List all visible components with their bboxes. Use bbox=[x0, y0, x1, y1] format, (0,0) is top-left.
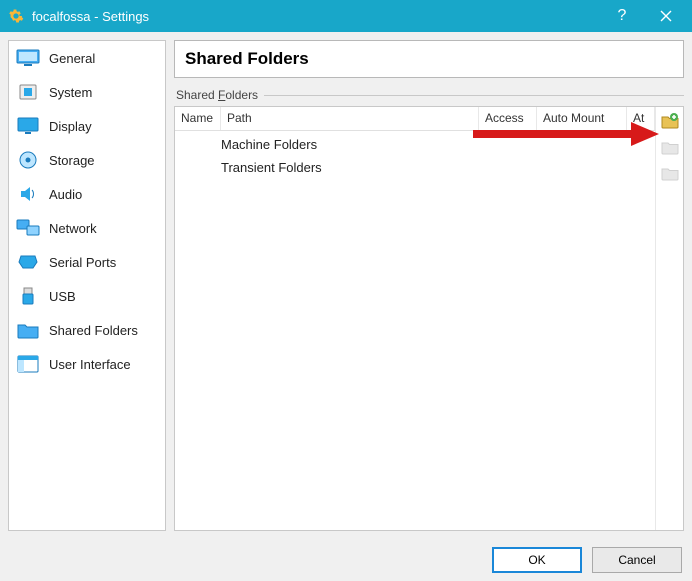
sidebar-item-label: User Interface bbox=[49, 357, 131, 372]
sidebar-item-label: System bbox=[49, 85, 92, 100]
sidebar-item-usb[interactable]: USB bbox=[9, 279, 165, 313]
sidebar-item-label: Display bbox=[49, 119, 92, 134]
column-auto-mount[interactable]: Auto Mount bbox=[537, 107, 627, 130]
window-body: General System Display Storage Audio Net… bbox=[0, 32, 692, 539]
layout-icon bbox=[15, 353, 41, 375]
titlebar: focalfossa - Settings ? bbox=[0, 0, 692, 32]
group-transient-folders[interactable]: Transient Folders bbox=[175, 156, 655, 179]
table-header: Name Path Access Auto Mount At bbox=[175, 107, 655, 131]
usb-icon bbox=[15, 285, 41, 307]
main-panel: Shared Folders Shared Folders Name Path … bbox=[174, 40, 684, 531]
serial-icon bbox=[15, 251, 41, 273]
sidebar-item-serial-ports[interactable]: Serial Ports bbox=[9, 245, 165, 279]
sidebar: General System Display Storage Audio Net… bbox=[8, 40, 166, 531]
section-divider bbox=[264, 95, 684, 96]
dialog-footer: OK Cancel bbox=[0, 539, 692, 581]
column-path[interactable]: Path bbox=[221, 107, 479, 130]
sidebar-item-display[interactable]: Display bbox=[9, 109, 165, 143]
edit-share-button bbox=[660, 137, 680, 157]
sidebar-item-user-interface[interactable]: User Interface bbox=[9, 347, 165, 381]
speaker-icon bbox=[15, 183, 41, 205]
cancel-button[interactable]: Cancel bbox=[592, 547, 682, 573]
sidebar-item-system[interactable]: System bbox=[9, 75, 165, 109]
column-name[interactable]: Name bbox=[175, 107, 221, 130]
sidebar-item-general[interactable]: General bbox=[9, 41, 165, 75]
sidebar-item-label: Serial Ports bbox=[49, 255, 116, 270]
sidebar-item-label: General bbox=[49, 51, 95, 66]
ok-button[interactable]: OK bbox=[492, 547, 582, 573]
shared-folders-table: Name Path Access Auto Mount At Machine F… bbox=[174, 106, 684, 531]
sidebar-item-label: Shared Folders bbox=[49, 323, 138, 338]
settings-window: focalfossa - Settings ? General System D… bbox=[0, 0, 692, 581]
sidebar-item-audio[interactable]: Audio bbox=[9, 177, 165, 211]
table-body[interactable]: Machine Folders Transient Folders bbox=[175, 131, 655, 530]
help-button[interactable]: ? bbox=[600, 0, 644, 32]
monitor-icon bbox=[15, 47, 41, 69]
sidebar-item-storage[interactable]: Storage bbox=[9, 143, 165, 177]
sidebar-item-label: Storage bbox=[49, 153, 95, 168]
column-at[interactable]: At bbox=[627, 107, 655, 130]
add-share-button[interactable] bbox=[660, 111, 680, 131]
sidebar-item-shared-folders[interactable]: Shared Folders bbox=[9, 313, 165, 347]
remove-share-button bbox=[660, 163, 680, 183]
chip-icon bbox=[15, 81, 41, 103]
panel-title: Shared Folders bbox=[174, 40, 684, 78]
section-label: Shared Folders bbox=[176, 88, 258, 102]
disk-icon bbox=[15, 149, 41, 171]
section-header: Shared Folders bbox=[176, 88, 684, 102]
sidebar-item-label: Audio bbox=[49, 187, 82, 202]
display-icon bbox=[15, 115, 41, 137]
table-toolbar bbox=[655, 107, 683, 530]
sidebar-item-label: Network bbox=[49, 221, 97, 236]
sidebar-item-label: USB bbox=[49, 289, 76, 304]
gear-icon bbox=[8, 8, 24, 24]
column-access[interactable]: Access bbox=[479, 107, 537, 130]
group-machine-folders[interactable]: Machine Folders bbox=[175, 133, 655, 156]
network-icon bbox=[15, 217, 41, 239]
close-button[interactable] bbox=[644, 0, 688, 32]
sidebar-item-network[interactable]: Network bbox=[9, 211, 165, 245]
folder-icon bbox=[15, 319, 41, 341]
window-title: focalfossa - Settings bbox=[32, 9, 600, 24]
